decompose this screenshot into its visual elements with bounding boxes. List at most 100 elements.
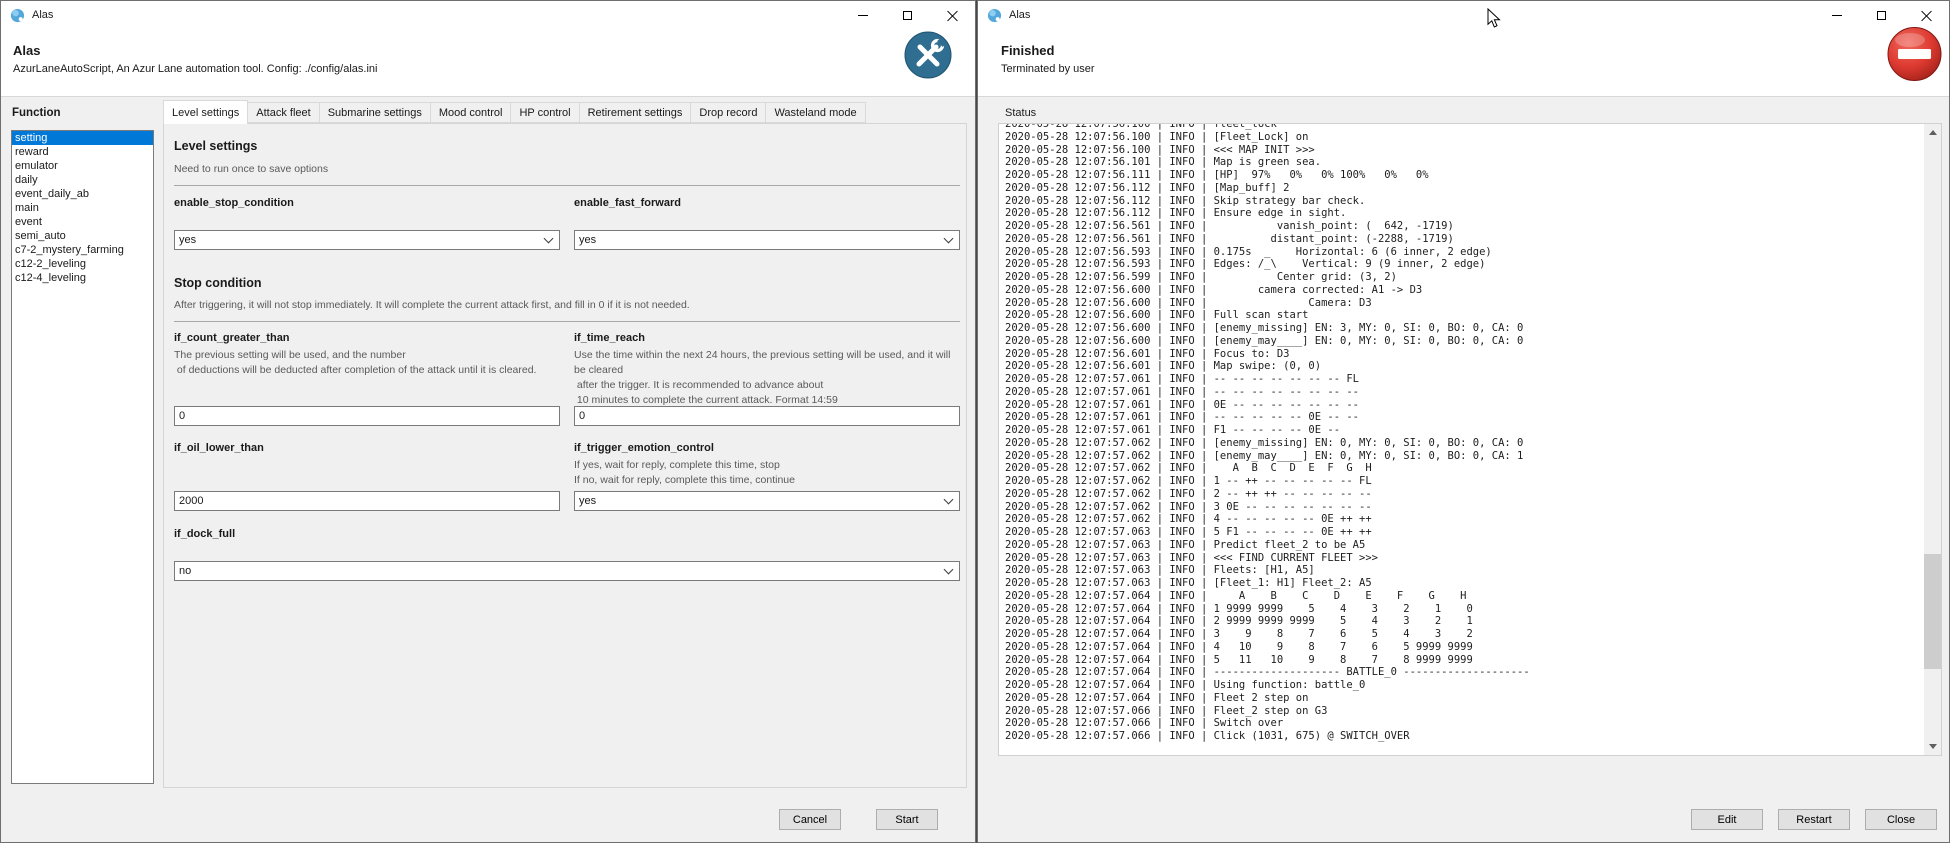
start-button[interactable]: Start	[876, 809, 938, 830]
log-line: 2020-05-28 12:07:57.063 | INFO | Fleets:…	[1005, 564, 1530, 577]
minimize-button[interactable]	[840, 1, 885, 29]
stop-icon	[1886, 25, 1943, 82]
function-list-item[interactable]: event_daily_ab	[12, 187, 153, 201]
log-line: 2020-05-28 12:07:57.066 | INFO | Fleet_2…	[1005, 705, 1530, 718]
function-list-item[interactable]: emulator	[12, 159, 153, 173]
function-list-item[interactable]: semi_auto	[12, 229, 153, 243]
function-list-item[interactable]: setting	[12, 131, 153, 145]
cancel-button[interactable]: Cancel	[779, 809, 841, 830]
close-button[interactable]	[930, 1, 975, 29]
function-list-item[interactable]: c7-2_mystery_farming	[12, 243, 153, 257]
tab[interactable]: Level settings	[163, 100, 248, 124]
chevron-down-icon	[944, 495, 954, 505]
log-line: 2020-05-28 12:07:57.062 | INFO | 4 -- --…	[1005, 513, 1530, 526]
close-icon	[947, 10, 958, 21]
right-titlebar[interactable]: Alas	[978, 1, 1949, 29]
log-line: 2020-05-28 12:07:56.599 | INFO | Center …	[1005, 271, 1530, 284]
if-count-greater-than-input[interactable]	[174, 406, 560, 426]
section-desc-level-settings: Need to run once to save options	[174, 162, 960, 177]
if-oil-lower-than-label: if_oil_lower_than	[174, 442, 264, 454]
scrollbar-thumb[interactable]	[1924, 554, 1941, 669]
function-list-item[interactable]: event	[12, 215, 153, 229]
restart-button[interactable]: Restart	[1778, 809, 1850, 830]
tab[interactable]: Mood control	[431, 102, 512, 123]
enable-fast-forward-select[interactable]: yes	[574, 230, 960, 250]
enable-stop-condition-select[interactable]: yes	[174, 230, 560, 250]
function-list[interactable]: setting reward emulator daily event_dail…	[11, 130, 154, 784]
minimize-button[interactable]	[1814, 1, 1859, 29]
maximize-button[interactable]	[885, 1, 930, 29]
log-line: 2020-05-28 12:07:56.601 | INFO | Focus t…	[1005, 348, 1530, 361]
log-line: 2020-05-28 12:07:57.062 | INFO | [enemy_…	[1005, 450, 1530, 463]
chevron-down-icon	[944, 234, 954, 244]
log-line: 2020-05-28 12:07:57.064 | INFO | 3 9 8 7…	[1005, 628, 1530, 641]
page-subtitle: AzurLaneAutoScript, An Azur Lane automat…	[13, 63, 377, 75]
section-desc-stop-condition: After triggering, it will not stop immed…	[174, 298, 960, 313]
desktop: Alas Alas AzurLaneAutoScript, An Azur La…	[0, 0, 1950, 843]
log-line: 2020-05-28 12:07:56.600 | INFO | camera …	[1005, 284, 1530, 297]
if-dock-full-label: if_dock_full	[174, 528, 235, 540]
enable-stop-condition-label: enable_stop_condition	[174, 197, 294, 209]
log-line: 2020-05-28 12:07:57.064 | INFO | Using f…	[1005, 679, 1530, 692]
log-line: 2020-05-28 12:07:57.061 | INFO | 0E -- -…	[1005, 399, 1530, 412]
log-line: 2020-05-28 12:07:56.111 | INFO | [HP] 97…	[1005, 169, 1530, 182]
status-groupbox-label: Status	[1003, 107, 1038, 119]
separator	[174, 321, 960, 322]
tab[interactable]: Wasteland mode	[766, 102, 865, 123]
log-line: 2020-05-28 12:07:57.063 | INFO | Predict…	[1005, 539, 1530, 552]
log-line: 2020-05-28 12:07:56.600 | INFO | Full sc…	[1005, 309, 1530, 322]
chevron-down-icon	[544, 234, 554, 244]
scroll-down-button[interactable]	[1924, 738, 1941, 755]
maximize-icon	[903, 11, 912, 20]
right-window-title: Alas	[1009, 9, 1030, 21]
if-time-reach-input[interactable]	[574, 406, 960, 426]
function-list-item[interactable]: main	[12, 201, 153, 215]
close-window-button[interactable]: Close	[1865, 809, 1937, 830]
status-title: Finished	[1001, 43, 1054, 58]
if-oil-lower-than-input[interactable]	[174, 491, 560, 511]
chevron-down-icon	[944, 565, 954, 575]
tab[interactable]: Retirement settings	[580, 102, 692, 123]
function-list-item[interactable]: daily	[12, 173, 153, 187]
log-line: 2020-05-28 12:07:57.061 | INFO | -- -- -…	[1005, 411, 1530, 424]
log-line: 2020-05-28 12:07:57.061 | INFO | -- -- -…	[1005, 386, 1530, 399]
log-output[interactable]: 2020-05-28 12:07:56.100 | INFO | fleet_l…	[999, 124, 1941, 755]
function-list-item[interactable]: c12-4_leveling	[12, 271, 153, 285]
tab[interactable]: Drop record	[691, 102, 766, 123]
log-line: 2020-05-28 12:07:56.112 | INFO | Ensure …	[1005, 207, 1530, 220]
tab[interactable]: Submarine settings	[320, 102, 431, 123]
log-line: 2020-05-28 12:07:57.064 | INFO | 5 11 10…	[1005, 654, 1530, 667]
log-line: 2020-05-28 12:07:57.061 | INFO | F1 -- -…	[1005, 424, 1530, 437]
level-settings-page: Level settings Need to run once to save …	[163, 123, 967, 788]
if-dock-full-select[interactable]: no	[174, 561, 960, 581]
scroll-up-button[interactable]	[1924, 124, 1941, 141]
tab[interactable]: HP control	[511, 102, 579, 123]
log-line: 2020-05-28 12:07:57.062 | INFO | 1 -- ++…	[1005, 475, 1530, 488]
log-scrollbar[interactable]	[1924, 124, 1941, 755]
if-trigger-emotion-control-select[interactable]: yes	[574, 491, 960, 511]
log-line: 2020-05-28 12:07:56.593 | INFO | Edges: …	[1005, 258, 1530, 271]
log-line: 2020-05-28 12:07:57.066 | INFO | Click (…	[1005, 730, 1530, 743]
close-icon	[1921, 10, 1932, 21]
log-line: 2020-05-28 12:07:56.600 | INFO | [enemy_…	[1005, 335, 1530, 348]
if-time-reach-label: if_time_reach	[574, 332, 645, 344]
log-line: 2020-05-28 12:07:56.100 | INFO | [Fleet_…	[1005, 131, 1530, 144]
log-line: 2020-05-28 12:07:56.600 | INFO | Camera:…	[1005, 297, 1530, 310]
log-line: 2020-05-28 12:07:56.600 | INFO | [enemy_…	[1005, 322, 1530, 335]
function-list-item[interactable]: reward	[12, 145, 153, 159]
log-line: 2020-05-28 12:07:57.062 | INFO | 3 0E --…	[1005, 501, 1530, 514]
if-count-greater-than-desc: The previous setting will be used, and t…	[174, 348, 560, 378]
log-line: 2020-05-28 12:07:57.063 | INFO | 5 F1 --…	[1005, 526, 1530, 539]
log-line: 2020-05-28 12:07:57.064 | INFO | 2 9999 …	[1005, 615, 1530, 628]
function-list-item[interactable]: c12-2_leveling	[12, 257, 153, 271]
separator	[174, 185, 960, 186]
enable-fast-forward-label: enable_fast_forward	[574, 197, 681, 209]
left-titlebar[interactable]: Alas	[1, 1, 975, 29]
log-line: 2020-05-28 12:07:56.100 | INFO | fleet_l…	[1005, 124, 1530, 131]
log-line: 2020-05-28 12:07:56.593 | INFO | 0.175s …	[1005, 246, 1530, 259]
edit-button[interactable]: Edit	[1691, 809, 1763, 830]
log-line: 2020-05-28 12:07:57.063 | INFO | [Fleet_…	[1005, 577, 1530, 590]
window-alas-status: Alas Finished Terminated by user Status	[977, 0, 1950, 843]
tab[interactable]: Attack fleet	[248, 102, 319, 123]
maximize-icon	[1877, 11, 1886, 20]
